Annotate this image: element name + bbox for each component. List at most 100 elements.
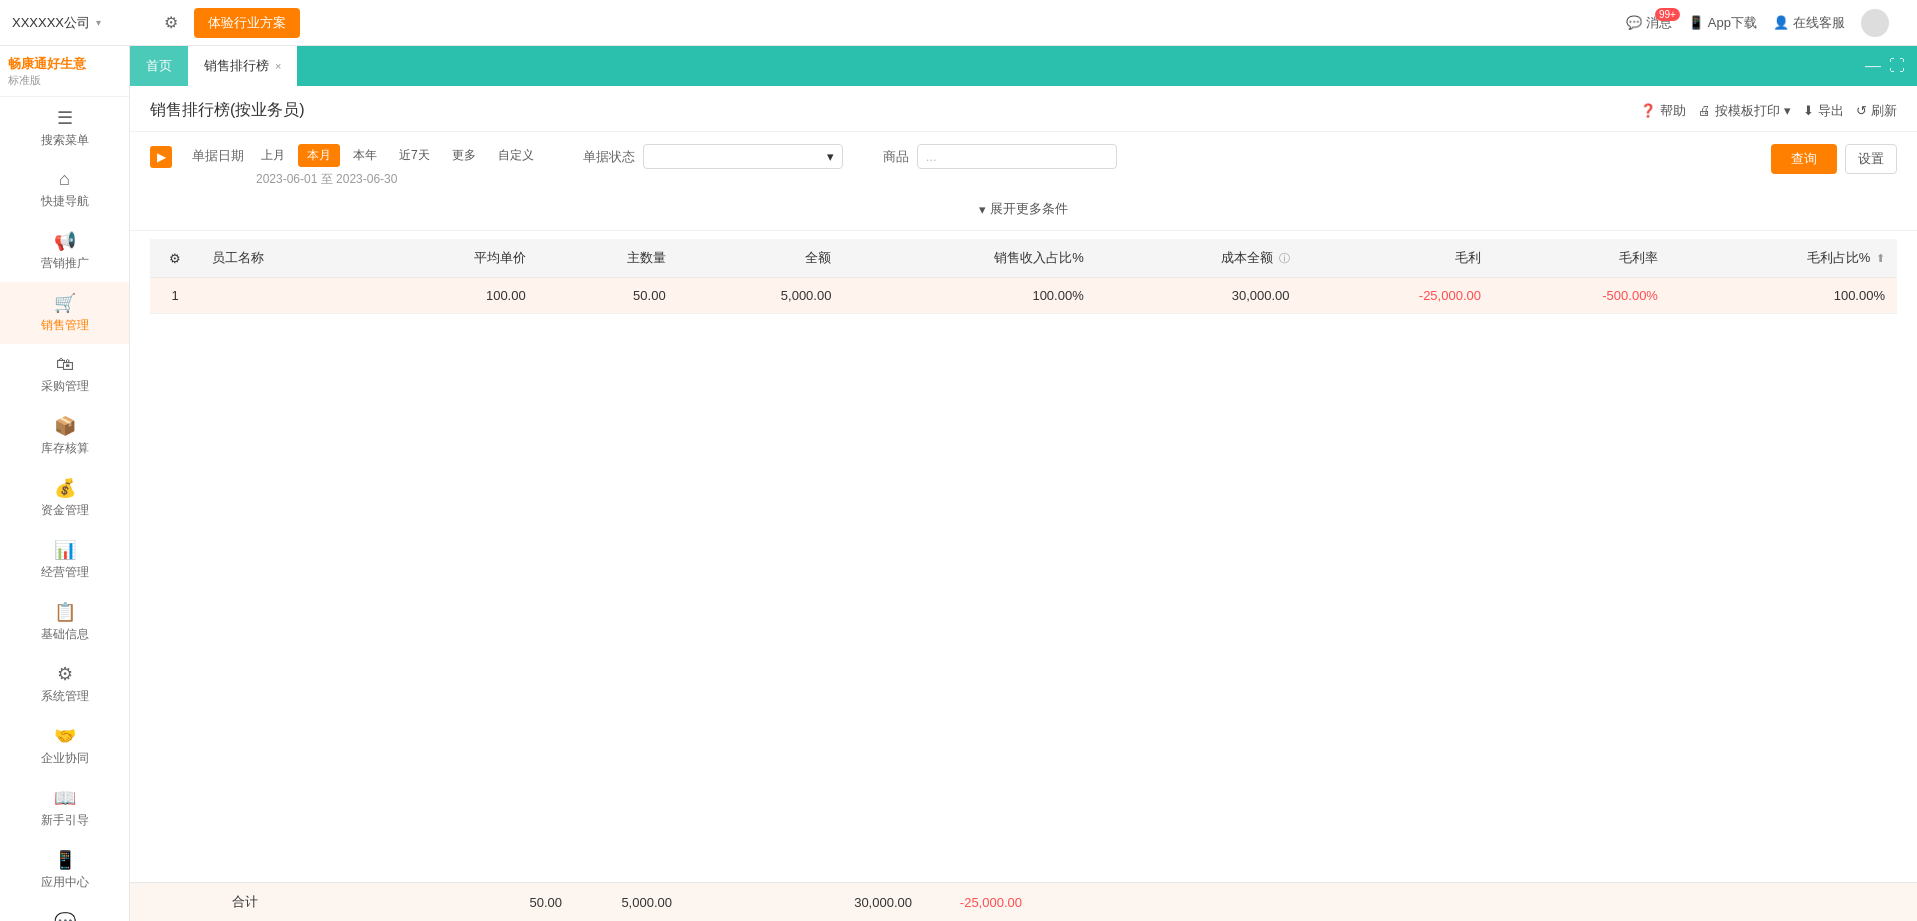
table-container: ⚙ 员工名称 平均单价 主数量 全额 销售收入占比% 成本全额 ⓘ 毛利 [130, 239, 1917, 334]
cell-gross-rate: -500.00% [1493, 278, 1670, 314]
th-amount: 全额 [678, 239, 844, 278]
cell-avg-price: 100.00 [369, 278, 538, 314]
app-wrapper: XXXXXX公司 ▾ ⚙ 体验行业方案 💬 消息 99+ 📱 App下载 👤 在… [0, 0, 1917, 921]
th-settings-icon[interactable]: ⚙ [150, 239, 200, 278]
sidebar-item-finance[interactable]: 💰 资金管理 [0, 467, 129, 529]
cost-info-icon[interactable]: ⓘ [1279, 252, 1290, 264]
sidebar-logo: 畅康通好生意 标准版 [0, 46, 129, 97]
sidebar-item-purchase[interactable]: 🛍 采购管理 [0, 344, 129, 405]
filter-row: ▶ 单据日期 上月 本月 本年 近7天 [150, 144, 1897, 188]
action-buttons: 查询 设置 [1771, 144, 1897, 174]
tab-sales-ranking-label: 销售排行榜 [204, 57, 269, 75]
sidebar-item-system[interactable]: ⚙ 系统管理 [0, 653, 129, 715]
sidebar-item-nav[interactable]: ⌂ 快捷导航 [0, 159, 129, 220]
goods-select[interactable]: ... [917, 144, 1117, 169]
date-tab-7days[interactable]: 近7天 [390, 144, 439, 167]
sidebar-item-apps[interactable]: 📱 应用中心 [0, 839, 129, 901]
tab-close-icon[interactable]: × [275, 60, 281, 72]
sidebar-item-label: 系统管理 [41, 688, 89, 705]
tab-home[interactable]: 首页 [130, 46, 188, 86]
filter-area: ▶ 单据日期 上月 本月 本年 近7天 [130, 132, 1917, 231]
th-avg-price: 平均单价 [369, 239, 538, 278]
date-tab-last-month[interactable]: 上月 [252, 144, 294, 167]
app-download-button[interactable]: 📱 App下载 [1688, 14, 1757, 32]
table-footer: 合计 50.00 5,000.00 30,000.00 -25,000.00 [130, 882, 1917, 921]
th-employee-name: 员工名称 [200, 239, 369, 278]
cell-sales-pct: 100.00% [843, 278, 1095, 314]
sidebar-item-management[interactable]: 📊 经营管理 [0, 529, 129, 591]
date-tab-this-month[interactable]: 本月 [298, 144, 340, 167]
message-button[interactable]: 💬 消息 99+ [1626, 14, 1672, 32]
sidebar-item-label: 应用中心 [41, 874, 89, 891]
tab-maximize-button[interactable]: ⛶ [1889, 57, 1905, 75]
table-header: ⚙ 员工名称 平均单价 主数量 全额 销售收入占比% 成本全额 ⓘ 毛利 [150, 239, 1897, 278]
query-button[interactable]: 查询 [1771, 144, 1837, 174]
sidebar-item-wechat[interactable]: 💬 企业微信 [0, 901, 129, 921]
expand-row: ▾ 展开更多条件 [150, 188, 1897, 230]
management-icon: 📊 [54, 539, 76, 561]
expand-conditions-button[interactable]: ▾ 展开更多条件 [979, 200, 1068, 218]
date-filter-label: 单据日期 [192, 147, 244, 165]
export-button[interactable]: ⬇ 导出 [1803, 102, 1844, 120]
service-icon: 👤 [1773, 15, 1789, 30]
avatar[interactable] [1861, 9, 1889, 37]
sidebar-item-guide[interactable]: 📖 新手引导 [0, 777, 129, 839]
date-filter: 单据日期 上月 本月 本年 近7天 更多 自定义 [192, 144, 543, 188]
trial-button[interactable]: 体验行业方案 [194, 8, 300, 38]
date-tab-custom[interactable]: 自定义 [489, 144, 543, 167]
goods-select-text: ... [926, 149, 1108, 164]
footer-qty: 50.00 [462, 895, 562, 910]
th-gross: 毛利 [1302, 239, 1493, 278]
finance-icon: 💰 [54, 477, 76, 499]
print-dropdown-icon: ▾ [1784, 103, 1791, 118]
online-service-button[interactable]: 👤 在线客服 [1773, 14, 1845, 32]
sidebar-item-label: 新手引导 [41, 812, 89, 829]
footer-gross: -25,000.00 [912, 895, 1022, 910]
sidebar-item-sales[interactable]: 🛒 销售管理 [0, 282, 129, 344]
sidebar-item-enterprise[interactable]: 🤝 企业协同 [0, 715, 129, 777]
footer-cost: 30,000.00 [792, 895, 912, 910]
marketing-icon: 📢 [54, 230, 76, 252]
cell-gross-pct: 100.00% [1670, 278, 1897, 314]
wechat-icon: 💬 [54, 911, 76, 921]
sidebar-item-label: 基础信息 [41, 626, 89, 643]
print-button[interactable]: 🖨 按模板打印 ▾ [1698, 102, 1791, 120]
filter-toggle-button[interactable]: ▶ [150, 146, 172, 168]
header-actions: ❓ 帮助 🖨 按模板打印 ▾ ⬇ 导出 [1640, 102, 1897, 120]
export-icon: ⬇ [1803, 103, 1814, 118]
status-select[interactable]: ▾ [643, 144, 843, 169]
sidebar-item-marketing[interactable]: 📢 营销推广 [0, 220, 129, 282]
table-body: 1 100.00 50.00 5,000.00 100.00% 30,000.0… [150, 278, 1897, 314]
logo-sub: 标准版 [8, 73, 121, 88]
tab-minimize-button[interactable]: — [1865, 57, 1881, 75]
page-inner: 销售排行榜(按业务员) ❓ 帮助 🖨 按模板打印 ▾ [130, 86, 1917, 921]
sidebar-item-label: 销售管理 [41, 317, 89, 334]
sidebar-item-inventory[interactable]: 📦 库存核算 [0, 405, 129, 467]
th-cost: 成本全额 ⓘ [1096, 239, 1302, 278]
date-tab-this-year[interactable]: 本年 [344, 144, 386, 167]
help-button[interactable]: ❓ 帮助 [1640, 102, 1686, 120]
date-tab-more[interactable]: 更多 [443, 144, 485, 167]
sidebar-item-basic[interactable]: 📋 基础信息 [0, 591, 129, 653]
top-right-actions: 💬 消息 99+ 📱 App下载 👤 在线客服 [1626, 9, 1905, 37]
system-icon: ⚙ [57, 663, 73, 685]
gross-pct-info-icon[interactable]: ⬆ [1876, 252, 1885, 264]
gear-button[interactable]: ⚙ [156, 8, 186, 38]
th-sales-pct: 销售收入占比% [843, 239, 1095, 278]
sidebar-item-search[interactable]: ☰ 搜索菜单 [0, 97, 129, 159]
status-filter-label: 单据状态 [583, 148, 635, 166]
content-area: 首页 销售排行榜 × — ⛶ 销售排行榜(按业务员) [130, 46, 1917, 921]
home-icon: ⌂ [59, 169, 70, 190]
select-arrow-icon: ▾ [827, 149, 834, 164]
company-selector[interactable]: XXXXXX公司 ▾ [12, 14, 152, 32]
refresh-button[interactable]: ↺ 刷新 [1856, 102, 1897, 120]
goods-filter-label: 商品 [883, 148, 909, 166]
sidebar-item-label: 营销推广 [41, 255, 89, 272]
settings-button[interactable]: 设置 [1845, 144, 1897, 174]
apps-icon: 📱 [54, 849, 76, 871]
tab-sales-ranking[interactable]: 销售排行榜 × [188, 46, 297, 86]
tab-bar: 首页 销售排行榜 × — ⛶ [130, 46, 1917, 86]
download-icon: 📱 [1688, 15, 1704, 30]
purchase-icon: 🛍 [56, 354, 74, 375]
cell-rank: 1 [150, 278, 200, 314]
